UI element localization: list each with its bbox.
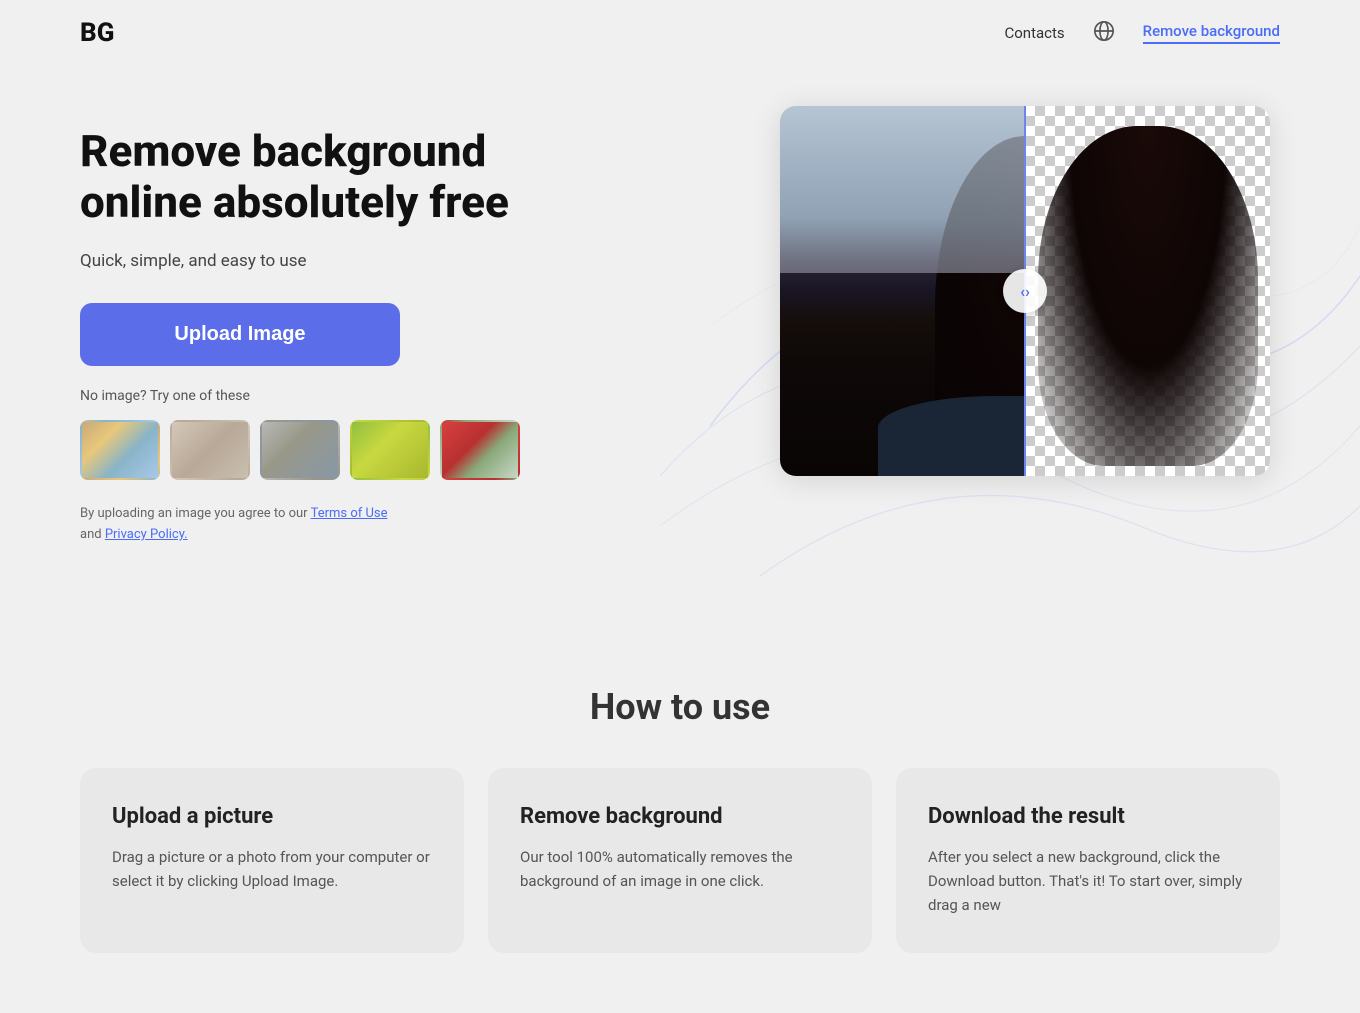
sample-images-row [80,420,560,480]
image-comparison-widget[interactable]: ‹› [780,106,1270,476]
comparison-slider-handle[interactable]: ‹› [1003,269,1047,313]
steps-grid: Upload a picture Drag a picture or a pho… [80,768,1280,953]
hero-subtitle: Quick, simple, and easy to use [80,251,560,271]
privacy-policy-link[interactable]: Privacy Policy. [105,527,188,542]
transparent-image-half [1025,106,1270,476]
sample-image-3[interactable] [260,420,340,480]
original-image-half [780,106,1025,476]
terms-text: By uploading an image you agree to our T… [80,504,560,546]
step-1-desc: Drag a picture or a photo from your comp… [112,845,432,893]
how-to-use-title: How to use [80,686,1280,728]
hero-section: Remove background online absolutely free… [0,66,1360,646]
step-card-2: Remove background Our tool 100% automati… [488,768,872,953]
sample-image-1[interactable] [80,420,160,480]
step-card-1: Upload a picture Drag a picture or a pho… [80,768,464,953]
step-3-desc: After you select a new background, click… [928,845,1248,917]
sample-image-5[interactable] [440,420,520,480]
comparison-handle-arrows: ‹› [1020,282,1030,301]
how-to-use-section: How to use Upload a picture Drag a pictu… [0,646,1360,1013]
terms-of-use-link[interactable]: Terms of Use [311,506,388,521]
step-card-3: Download the result After you select a n… [896,768,1280,953]
step-3-title: Download the result [928,804,1248,829]
sample-image-2[interactable] [170,420,250,480]
nav-right: Contacts Remove background [1004,20,1280,46]
remove-background-nav-link[interactable]: Remove background [1143,22,1280,44]
step-1-title: Upload a picture [112,804,432,829]
terms-prefix: By uploading an image you agree to our [80,506,311,521]
sample-image-4[interactable] [350,420,430,480]
globe-icon[interactable] [1093,20,1115,46]
step-2-title: Remove background [520,804,840,829]
hero-title: Remove background online absolutely free [80,126,560,227]
terms-and: and [80,527,102,542]
hero-right: ‹› [780,106,1280,476]
contacts-link[interactable]: Contacts [1004,24,1064,42]
step-2-desc: Our tool 100% automatically removes the … [520,845,840,893]
hero-left: Remove background online absolutely free… [80,106,560,546]
navbar: BG Contacts Remove background [0,0,1360,66]
upload-image-button[interactable]: Upload Image [80,303,400,366]
site-logo[interactable]: BG [80,18,114,48]
no-image-text: No image? Try one of these [80,388,560,404]
